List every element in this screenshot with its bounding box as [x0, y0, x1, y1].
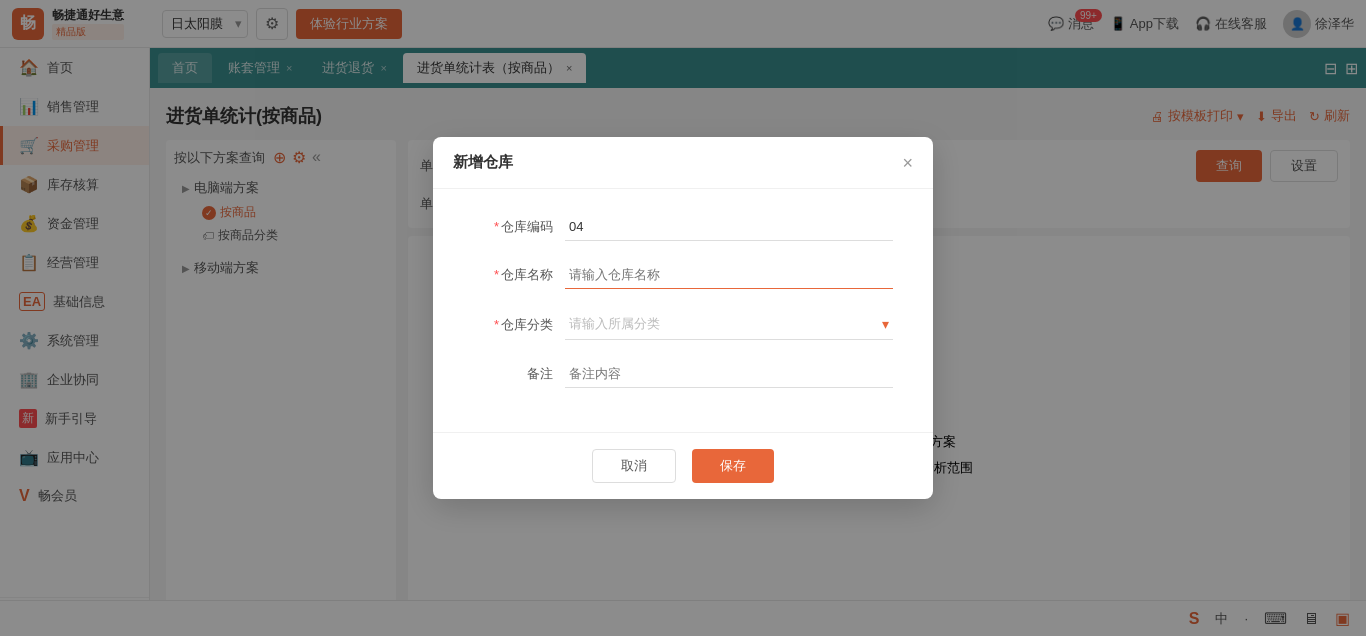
modal-close-button[interactable]: × [902, 154, 913, 172]
category-label: 仓库分类 [473, 316, 553, 334]
form-row-remark: 备注 [473, 360, 893, 388]
modal-body: 仓库编码 仓库名称 仓库分类 请输入所属分类 ▾ 备注 [433, 189, 933, 432]
category-placeholder: 请输入所属分类 [569, 315, 882, 333]
name-label: 仓库名称 [473, 266, 553, 284]
modal-header: 新增仓库 × [433, 137, 933, 189]
form-row-code: 仓库编码 [473, 213, 893, 241]
save-button[interactable]: 保存 [692, 449, 774, 483]
category-arrow-icon: ▾ [882, 316, 889, 332]
form-row-category: 仓库分类 请输入所属分类 ▾ [473, 309, 893, 340]
remark-input[interactable] [565, 360, 893, 388]
modal-overlay: 新增仓库 × 仓库编码 仓库名称 仓库分类 请输入所属分类 ▾ [0, 0, 1366, 636]
code-input[interactable] [565, 213, 893, 241]
cancel-button[interactable]: 取消 [592, 449, 676, 483]
modal-title: 新增仓库 [453, 153, 513, 172]
form-row-name: 仓库名称 [473, 261, 893, 289]
remark-label: 备注 [473, 365, 553, 383]
code-label: 仓库编码 [473, 218, 553, 236]
modal-footer: 取消 保存 [433, 432, 933, 499]
add-warehouse-modal: 新增仓库 × 仓库编码 仓库名称 仓库分类 请输入所属分类 ▾ [433, 137, 933, 499]
category-select[interactable]: 请输入所属分类 ▾ [565, 309, 893, 340]
name-input[interactable] [565, 261, 893, 289]
